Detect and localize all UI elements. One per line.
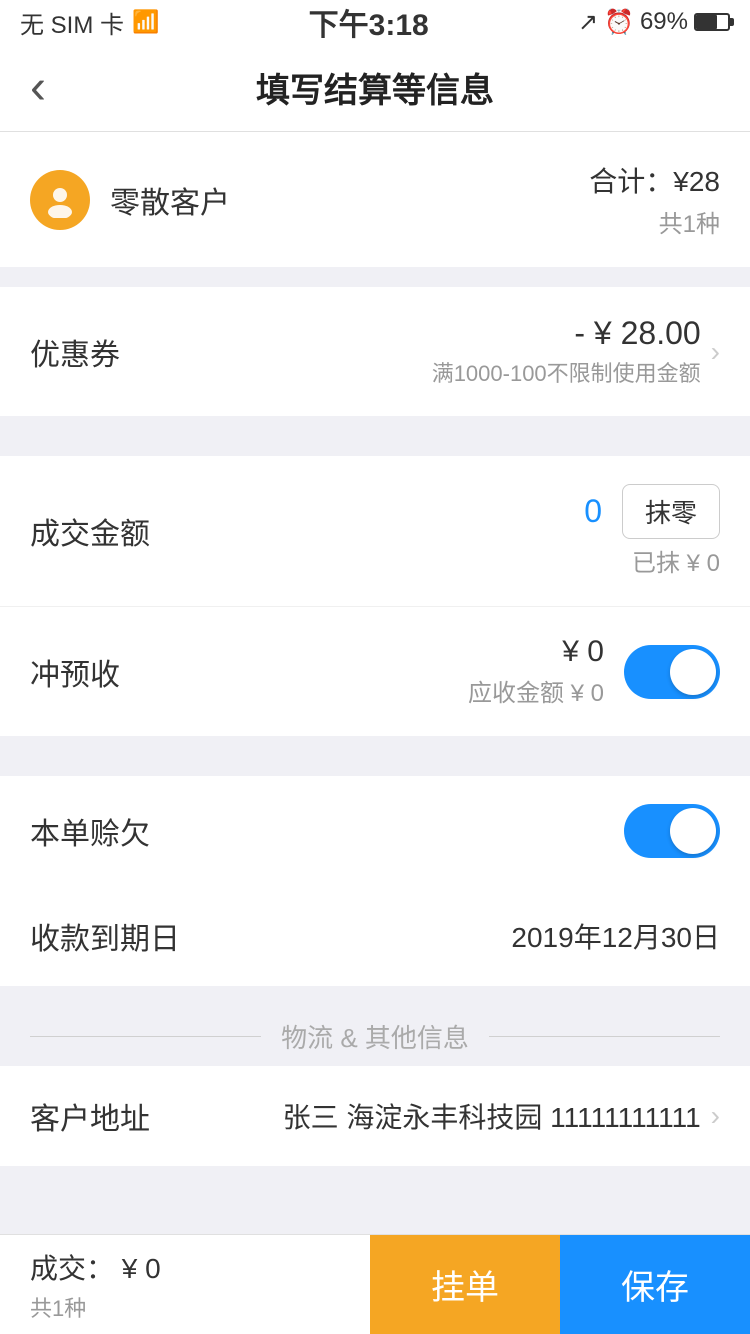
customer-total: 合计：¥28 <box>589 160 720 200</box>
prepayment-sub: 应收金额 ¥ 0 <box>468 673 604 708</box>
separator-2 <box>0 756 750 776</box>
customer-section: 零散客户 合计：¥28 共1种 <box>0 132 750 267</box>
bottom-summary-main: 成交： ¥ 0 <box>30 1247 340 1287</box>
coupon-row[interactable]: 优惠券 - ¥ 28.00 满1000-100不限制使用金额 › <box>0 287 750 416</box>
content: 零散客户 合计：¥28 共1种 优惠券 - ¥ 28.00 满1000-100不… <box>0 132 750 1306</box>
prepayment-toggle-knob <box>670 649 716 695</box>
transaction-section: 成交金额 0 抹零 已抹 ¥ 0 冲预收 ¥ 0 应收金额 ¥ 0 <box>0 456 750 736</box>
due-date-label: 收款到期日 <box>30 914 180 958</box>
credit-debt-label: 本单赊欠 <box>30 809 150 853</box>
hold-button[interactable]: 挂单 <box>370 1235 560 1334</box>
transaction-amount-value: 0 <box>584 493 602 530</box>
status-right: ↗ ⏰ 69% <box>578 8 730 37</box>
prepayment-toggle[interactable] <box>624 645 720 699</box>
address-row[interactable]: 客户地址 张三 海淀永丰科技园 11111111111 › <box>0 1066 750 1166</box>
separator-1 <box>0 436 750 456</box>
address-section: 客户地址 张三 海淀永丰科技园 11111111111 › <box>0 1066 750 1166</box>
due-date-value: 2019年12月30日 <box>511 916 720 956</box>
coupon-right-content: - ¥ 28.00 满1000-100不限制使用金额 <box>432 315 701 388</box>
carrier-text: 无 SIM 卡 <box>20 5 124 40</box>
address-chevron-icon: › <box>711 1100 720 1132</box>
status-time: 下午3:18 <box>309 0 429 44</box>
location-icon: ↗ <box>578 8 598 37</box>
address-right: 张三 海淀永丰科技园 11111111111 › <box>283 1096 720 1136</box>
credit-debt-toggle-knob <box>670 808 716 854</box>
battery-icon <box>694 13 730 31</box>
prepayment-right-stack: ¥ 0 应收金额 ¥ 0 <box>468 635 604 708</box>
customer-count: 共1种 <box>589 204 720 239</box>
status-carrier: 无 SIM 卡 📶 <box>20 5 159 40</box>
prepayment-amount: ¥ 0 <box>468 635 604 669</box>
address-label: 客户地址 <box>30 1094 150 1138</box>
page-title: 填写结算等信息 <box>256 63 494 112</box>
credit-debt-row: 本单赊欠 <box>0 776 750 886</box>
chevron-right-icon: › <box>711 336 720 368</box>
coupon-amount: - ¥ 28.00 <box>432 315 701 352</box>
divider-text: 物流 & 其他信息 <box>261 1018 489 1055</box>
bottom-summary: 成交： ¥ 0 共1种 <box>0 1247 370 1323</box>
coupon-desc: 满1000-100不限制使用金额 <box>432 356 701 388</box>
customer-row: 零散客户 合计：¥28 共1种 <box>0 132 750 267</box>
summary-label: 成交： <box>30 1253 114 1284</box>
coupon-right: - ¥ 28.00 满1000-100不限制使用金额 › <box>432 315 720 388</box>
customer-name: 零散客户 <box>110 178 230 222</box>
transaction-amount-label: 成交金额 <box>30 509 150 553</box>
transaction-amount-sub: 已抹 ¥ 0 <box>584 543 720 578</box>
coupon-label: 优惠券 <box>30 330 120 374</box>
coupon-section: 优惠券 - ¥ 28.00 满1000-100不限制使用金额 › <box>0 287 750 416</box>
back-button[interactable]: ‹ <box>30 60 46 115</box>
prepayment-label: 冲预收 <box>30 650 120 694</box>
prepayment-row: 冲预收 ¥ 0 应收金额 ¥ 0 <box>0 607 750 736</box>
save-button[interactable]: 保存 <box>560 1235 750 1334</box>
transaction-amount-right: 0 抹零 <box>584 484 720 539</box>
transaction-amount-row: 成交金额 0 抹零 已抹 ¥ 0 <box>0 456 750 607</box>
customer-left: 零散客户 <box>30 170 230 230</box>
nav-bar: ‹ 填写结算等信息 <box>0 44 750 132</box>
address-value: 张三 海淀永丰科技园 11111111111 <box>283 1096 701 1136</box>
alarm-icon: ⏰ <box>604 8 634 37</box>
battery-text: 69% <box>640 8 688 36</box>
bottom-bar: 成交： ¥ 0 共1种 挂单 保存 <box>0 1234 750 1334</box>
wifi-icon: 📶 <box>132 9 159 35</box>
customer-right: 合计：¥28 共1种 <box>589 160 720 239</box>
customer-avatar <box>30 170 90 230</box>
credit-debt-section: 本单赊欠 收款到期日 2019年12月30日 <box>0 776 750 986</box>
summary-amount: ¥ 0 <box>122 1253 161 1284</box>
bottom-summary-count: 共1种 <box>30 1291 340 1323</box>
section-divider: 物流 & 其他信息 <box>0 1006 750 1066</box>
round-zero-button[interactable]: 抹零 <box>622 484 720 539</box>
due-date-row: 收款到期日 2019年12月30日 <box>0 886 750 986</box>
credit-debt-toggle[interactable] <box>624 804 720 858</box>
status-bar: 无 SIM 卡 📶 下午3:18 ↗ ⏰ 69% <box>0 0 750 44</box>
